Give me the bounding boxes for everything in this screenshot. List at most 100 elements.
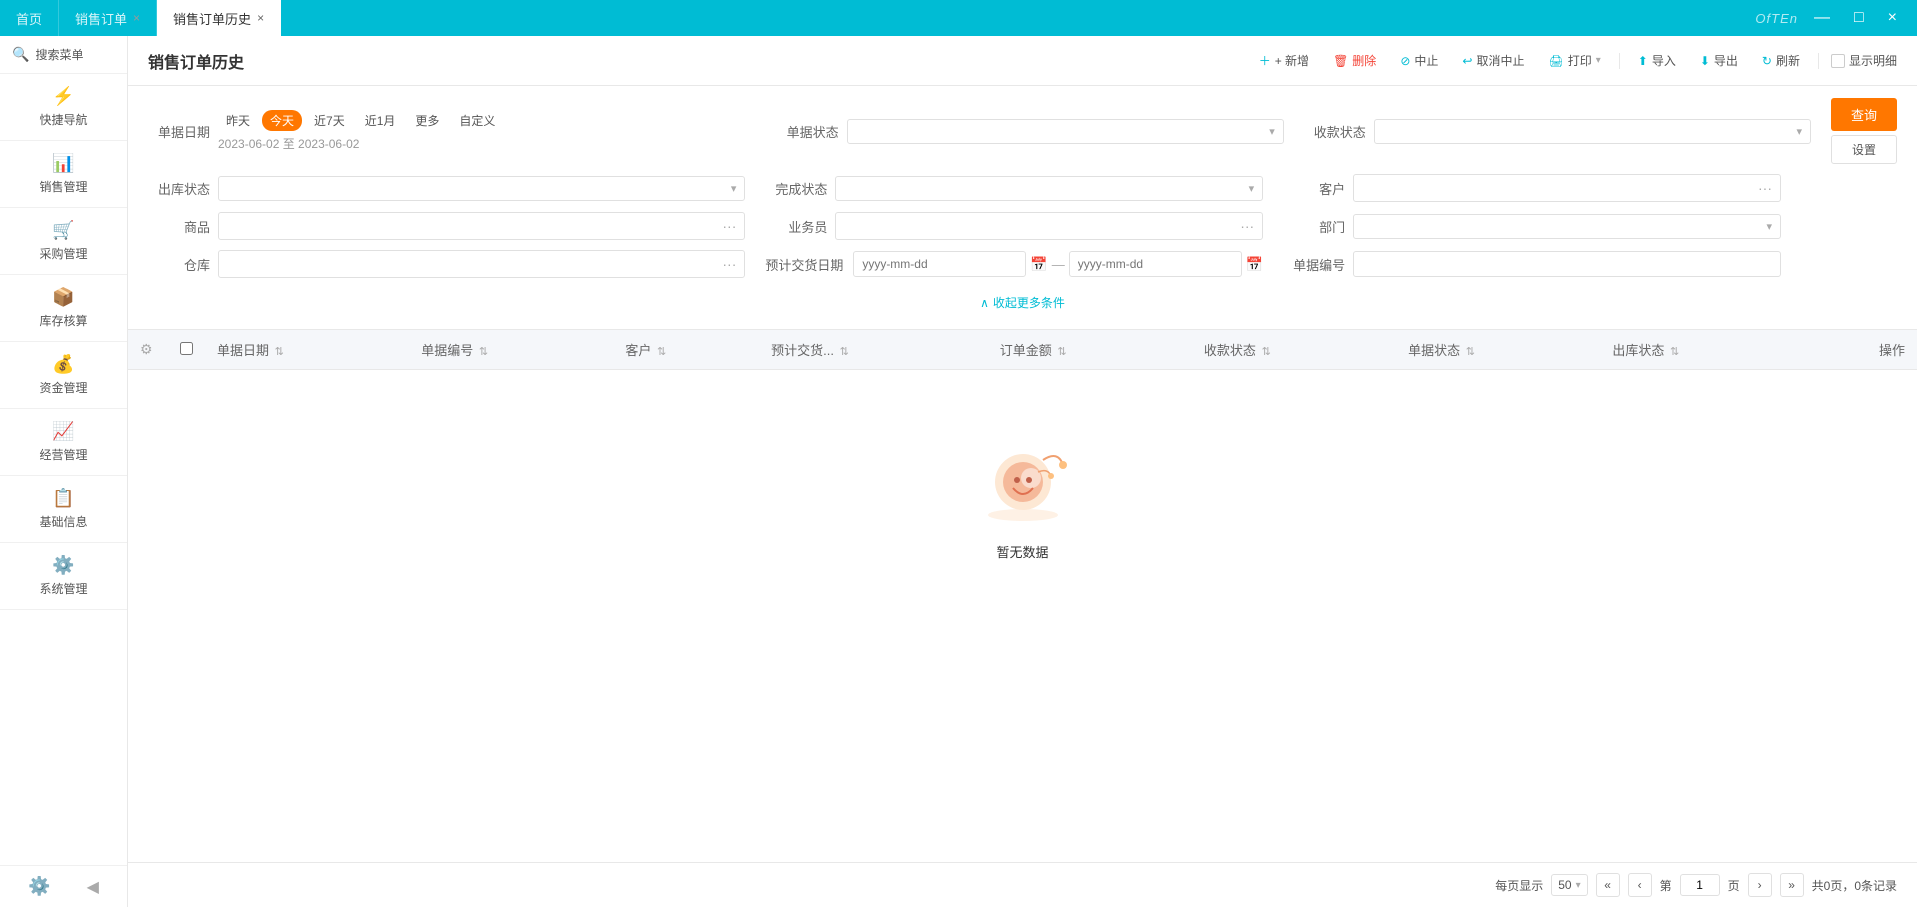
cancel-stop-button[interactable]: ↩ 取消中止: [1456, 48, 1530, 73]
order-no-label: 单据编号: [1283, 255, 1353, 274]
sort-order-amount-icon: ⇅: [1057, 346, 1066, 358]
sidebar-item-sales-mgmt[interactable]: 📊 销售管理: [0, 141, 127, 208]
select-all-checkbox[interactable]: [180, 342, 193, 355]
completion-status-select[interactable]: ▾: [835, 176, 1263, 201]
th-checkbox[interactable]: [168, 330, 205, 370]
export-button[interactable]: ⬇ 导出: [1694, 48, 1744, 73]
department-select[interactable]: ▾: [1353, 214, 1781, 239]
search-menu-label: 搜索菜单: [35, 46, 83, 63]
window-minimize[interactable]: —: [1806, 9, 1838, 27]
date-tab-more[interactable]: 更多: [407, 110, 447, 131]
prev-page-btn[interactable]: ‹: [1628, 873, 1652, 897]
sort-date-icon: ⇅: [275, 346, 284, 358]
calendar-to-icon[interactable]: 📅: [1246, 256, 1263, 273]
set-button[interactable]: 设置: [1831, 135, 1897, 164]
salesperson-dots-icon[interactable]: ···: [1240, 218, 1254, 234]
tab-sales-order[interactable]: 销售订单 ×: [59, 0, 157, 36]
tab-sales-order-close[interactable]: ×: [133, 11, 140, 25]
delivery-date-from[interactable]: [853, 251, 1026, 277]
last-page-btn[interactable]: »: [1780, 873, 1804, 897]
filter-row-3: 商品 ··· 业务员 ··· 部门: [148, 212, 1897, 240]
product-dots-icon[interactable]: ···: [722, 218, 736, 234]
tab-sales-order-history[interactable]: 销售订单历史 ×: [157, 0, 281, 36]
page-word: 页: [1728, 877, 1740, 894]
query-button[interactable]: 查询: [1831, 98, 1897, 131]
refresh-icon: ↻: [1762, 54, 1772, 68]
th-outbound-status[interactable]: 出库状态 ⇅: [1600, 330, 1804, 370]
th-order-status[interactable]: 单据状态 ⇅: [1396, 330, 1600, 370]
current-page-input[interactable]: [1680, 874, 1720, 896]
date-tab-7days[interactable]: 近7天: [306, 110, 353, 131]
search-menu[interactable]: 🔍 搜索菜单: [0, 36, 127, 74]
sidebar-item-quick-nav[interactable]: ⚡ 快捷导航: [0, 74, 127, 141]
import-button[interactable]: ⬆ 导入: [1632, 48, 1682, 73]
settings-icon[interactable]: ⚙: [140, 341, 153, 357]
collapse-row[interactable]: ∧ 收起更多条件: [148, 288, 1897, 317]
salesperson-select[interactable]: ···: [835, 212, 1263, 240]
filter-area: 单据日期 昨天 今天 近7天 近1月 更多 自定义 2023-06-02 至 2…: [128, 86, 1917, 330]
date-tab-today[interactable]: 今天: [262, 110, 302, 131]
sidebar-collapse-icon[interactable]: ◀: [87, 877, 99, 897]
warehouse-dots-icon[interactable]: ···: [722, 256, 736, 272]
sidebar-item-operations[interactable]: 📈 经营管理: [0, 409, 127, 476]
order-status-label: 单据状态: [777, 122, 847, 141]
stop-button[interactable]: ⊘ 中止: [1394, 48, 1444, 73]
filter-warehouse: 仓库 ···: [148, 250, 745, 278]
filter-row-1: 单据日期 昨天 今天 近7天 近1月 更多 自定义 2023-06-02 至 2…: [148, 98, 1897, 164]
pagination: 每页显示 50 ▾ « ‹ 第 页 › » 共0页，0条记录: [128, 862, 1917, 907]
sidebar-item-inventory-label: 库存核算: [39, 312, 87, 329]
th-order-no[interactable]: 单据编号 ⇅: [409, 330, 613, 370]
filter-row-2: 出库状态 ▾ 完成状态 ▾ 客户: [148, 174, 1897, 202]
calendar-from-icon[interactable]: 📅: [1030, 256, 1047, 273]
print-button[interactable]: 🖨 打印 ▾: [1542, 48, 1606, 73]
th-expected-delivery[interactable]: 预计交货... ⇅: [759, 330, 988, 370]
empty-text: 暂无数据: [996, 542, 1048, 561]
completion-status-arrow-icon: ▾: [1249, 182, 1255, 195]
customer-dots-icon[interactable]: ···: [1758, 180, 1772, 196]
sidebar-settings-icon[interactable]: ⚙️: [28, 876, 50, 897]
quick-nav-icon: ⚡: [52, 86, 74, 107]
warehouse-select[interactable]: ···: [218, 250, 745, 278]
outbound-status-select[interactable]: ▾: [218, 176, 745, 201]
refresh-button[interactable]: ↻ 刷新: [1756, 48, 1806, 73]
sidebar-item-base-info[interactable]: 📋 基础信息: [0, 476, 127, 543]
date-label: 单据日期: [148, 122, 218, 141]
top-bar-right: OfTEn — □ ×: [1755, 9, 1917, 27]
date-tab-1month[interactable]: 近1月: [357, 110, 404, 131]
delivery-date-to[interactable]: [1069, 251, 1242, 277]
new-button[interactable]: ＋ + 新增: [1253, 48, 1315, 73]
th-date[interactable]: 单据日期 ⇅: [205, 330, 409, 370]
delivery-date-range: 📅 — 📅: [853, 251, 1263, 277]
window-maximize[interactable]: □: [1846, 9, 1872, 27]
product-select[interactable]: ···: [218, 212, 745, 240]
date-tab-yesterday[interactable]: 昨天: [218, 110, 258, 131]
page-size-value: 50: [1558, 878, 1571, 892]
receipt-status-select[interactable]: ▾: [1374, 119, 1811, 144]
order-status-select[interactable]: ▾: [847, 119, 1284, 144]
sidebar-item-finance[interactable]: 💰 资金管理: [0, 342, 127, 409]
order-no-input[interactable]: [1353, 251, 1781, 277]
outbound-status-arrow-icon: ▾: [731, 182, 737, 195]
window-close[interactable]: ×: [1880, 9, 1905, 27]
customer-select[interactable]: ···: [1353, 174, 1781, 202]
tab-home[interactable]: 首页: [0, 0, 59, 36]
sidebar-item-operations-label: 经营管理: [39, 446, 87, 463]
th-settings[interactable]: ⚙: [128, 330, 168, 370]
filter-date: 单据日期 昨天 今天 近7天 近1月 更多 自定义 2023-06-02 至 2…: [148, 110, 757, 152]
show-detail-checkbox[interactable]: [1831, 54, 1845, 68]
next-page-btn[interactable]: ›: [1748, 873, 1772, 897]
first-page-btn[interactable]: «: [1596, 873, 1620, 897]
th-receipt-status[interactable]: 收款状态 ⇅: [1192, 330, 1396, 370]
order-status-arrow-icon: ▾: [1269, 125, 1275, 138]
sort-customer-icon: ⇅: [657, 346, 666, 358]
th-order-amount[interactable]: 订单金额 ⇅: [988, 330, 1192, 370]
page-size-select[interactable]: 50 ▾: [1551, 874, 1587, 896]
tab-sales-order-history-close[interactable]: ×: [257, 11, 264, 25]
th-customer[interactable]: 客户 ⇅: [613, 330, 759, 370]
delete-button[interactable]: 🗑 删除: [1327, 48, 1382, 73]
sidebar-item-sys-mgmt[interactable]: ⚙️ 系统管理: [0, 543, 127, 610]
refresh-label: 刷新: [1776, 52, 1800, 69]
date-tab-custom[interactable]: 自定义: [451, 110, 503, 131]
sidebar-item-inventory[interactable]: 📦 库存核算: [0, 275, 127, 342]
sidebar-item-purchase-mgmt[interactable]: 🛒 采购管理: [0, 208, 127, 275]
